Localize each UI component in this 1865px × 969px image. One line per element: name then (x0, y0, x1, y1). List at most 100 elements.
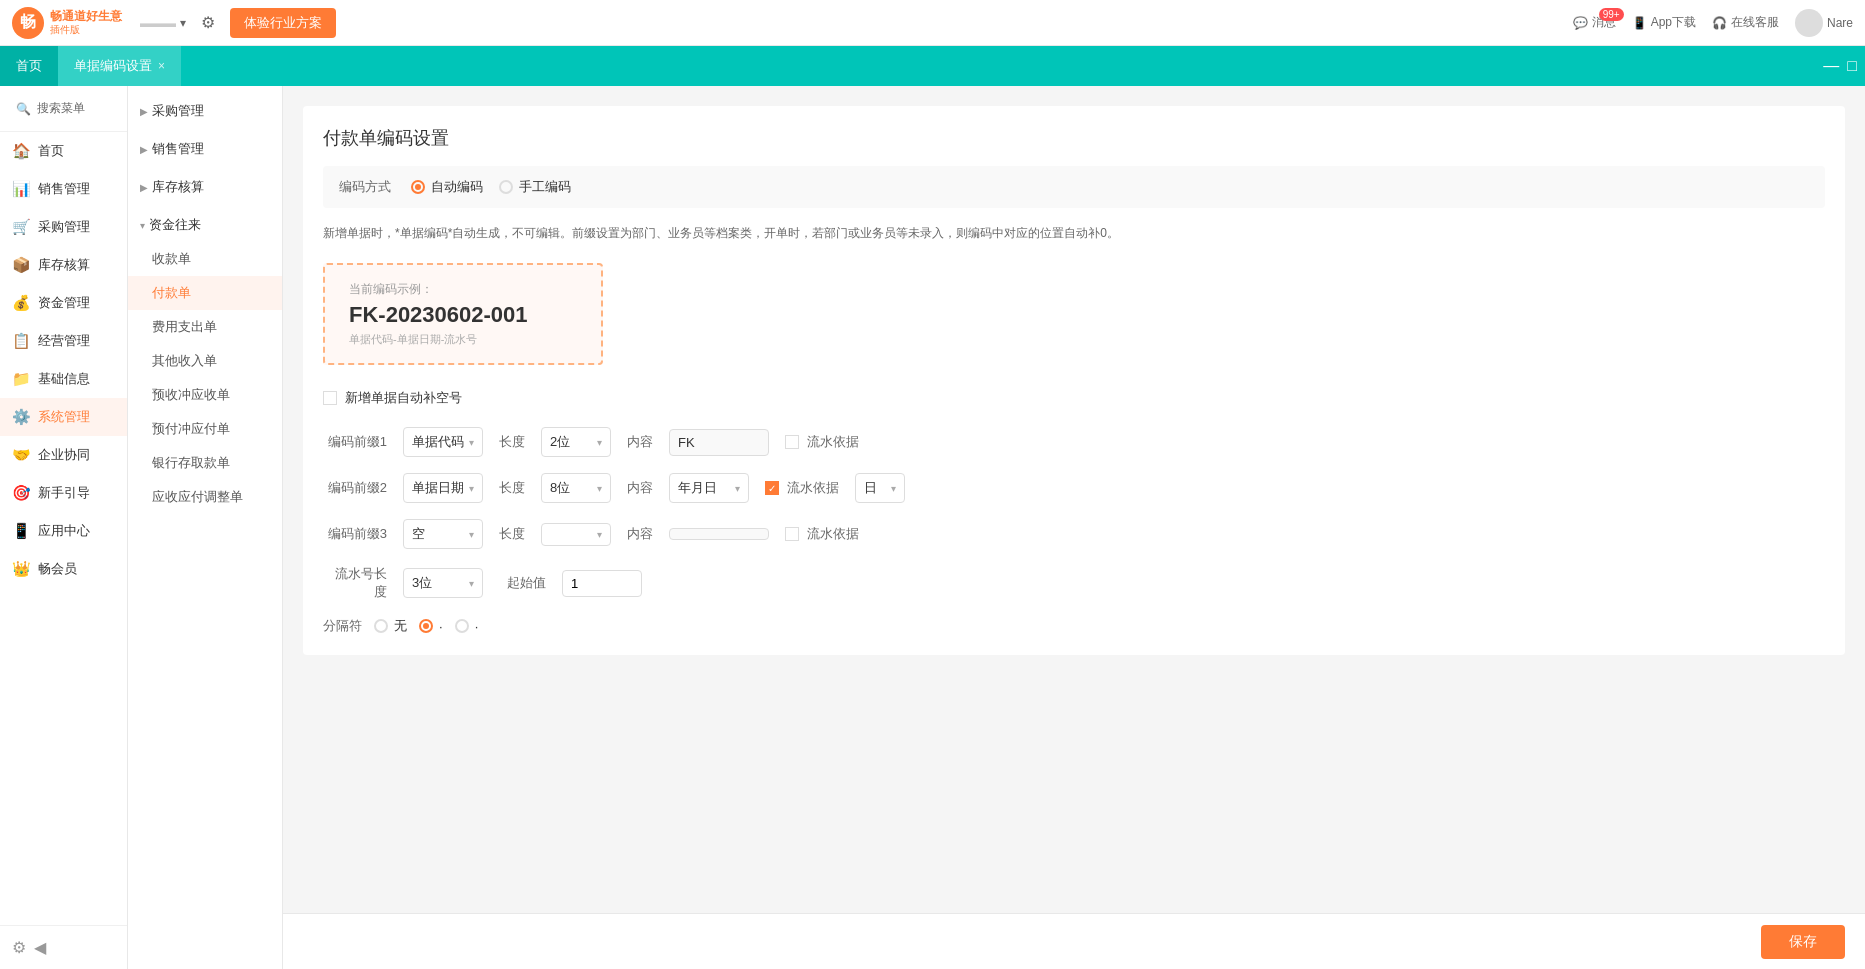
radio-manual[interactable]: 手工编码 (499, 178, 571, 196)
sidebar-item-system[interactable]: ⚙️ 系统管理 (0, 398, 127, 436)
stream3-checkbox[interactable] (785, 527, 799, 541)
stream1-row: 流水依据 (785, 433, 859, 451)
system-icon: ⚙️ (12, 408, 30, 426)
separator-dot1[interactable]: · (419, 619, 443, 634)
stream2-label: 流水依据 (787, 479, 839, 497)
prefix3-select[interactable]: 空 ▾ (403, 519, 483, 549)
messages-item[interactable]: 💬 消息 99+ (1573, 14, 1616, 31)
content1-label: 内容 (627, 433, 653, 451)
online-service-item[interactable]: 🎧 在线客服 (1712, 14, 1779, 31)
separator-row: 分隔符 无 · · (323, 617, 1825, 635)
prefix1-select[interactable]: 单据代码 ▾ (403, 427, 483, 457)
stream3-row: 流水依据 (785, 525, 859, 543)
group-inventory: ▶ 库存核算 (128, 170, 282, 204)
sidebar-item-label: 资金管理 (38, 294, 90, 312)
tab-home[interactable]: 首页 (0, 46, 58, 86)
auto-fill-row: 新增单据自动补空号 (323, 389, 1825, 407)
maximize-icon[interactable]: □ (1847, 57, 1857, 75)
group-inventory-title[interactable]: ▶ 库存核算 (128, 170, 282, 204)
sidebar-item-label: 库存核算 (38, 256, 90, 274)
tab-settings-label: 单据编码设置 (74, 57, 152, 75)
content3-value (669, 528, 769, 540)
stream1-checkbox[interactable] (785, 435, 799, 449)
sidebar-item-label: 采购管理 (38, 218, 90, 236)
second-item-adjust[interactable]: 应收应付调整单 (128, 480, 282, 514)
prefix2-select[interactable]: 单据日期 ▾ (403, 473, 483, 503)
prefix3-value: 空 (412, 525, 425, 543)
second-item-income[interactable]: 其他收入单 (128, 344, 282, 378)
sidebar-item-purchase[interactable]: 🛒 采购管理 (0, 208, 127, 246)
user-name: Nare (1827, 16, 1853, 30)
search-menu-button[interactable]: 🔍 搜索菜单 (8, 94, 119, 123)
length1-value: 2位 (550, 433, 570, 451)
tab-settings[interactable]: 单据编码设置 × (58, 46, 181, 86)
messages-badge: 99+ (1599, 8, 1624, 21)
separator-dot1-label: · (439, 619, 443, 634)
second-item-prepay-ap[interactable]: 预付冲应付单 (128, 412, 282, 446)
tab-close-icon[interactable]: × (158, 59, 165, 73)
serial-length-select[interactable]: 3位 ▾ (403, 568, 483, 598)
start-value-input[interactable] (562, 570, 642, 597)
period-select[interactable]: 日 ▾ (855, 473, 905, 503)
group-funds-title[interactable]: ▾ 资金往来 (128, 208, 282, 242)
user-info[interactable]: Nare (1795, 9, 1853, 37)
preview-code: FK-20230602-001 (349, 302, 577, 328)
group-label: 库存核算 (152, 178, 204, 196)
radio-auto[interactable]: 自动编码 (411, 178, 483, 196)
phone-icon: 📱 (1632, 16, 1647, 30)
sidebar-item-home[interactable]: 🏠 首页 (0, 132, 127, 170)
logo-icon: 畅 (12, 7, 44, 39)
sidebar-item-base[interactable]: 📁 基础信息 (0, 360, 127, 398)
auto-fill-checkbox[interactable] (323, 391, 337, 405)
minimize-icon[interactable]: — (1823, 57, 1839, 75)
chevron-down-icon: ▾ (891, 483, 896, 494)
sidebar-item-operations[interactable]: 📋 经营管理 (0, 322, 127, 360)
chevron-right-icon: ▶ (140, 106, 148, 117)
sidebar-item-label: 销售管理 (38, 180, 90, 198)
header-dropdown[interactable]: ▬▬▬ ▾ (140, 16, 186, 30)
content2-select[interactable]: 年月日 ▾ (669, 473, 749, 503)
settings-bottom-icon[interactable]: ⚙ (12, 938, 26, 957)
group-purchase-title[interactable]: ▶ 采购管理 (128, 94, 282, 128)
sidebar-item-enterprise[interactable]: 🤝 企业协同 (0, 436, 127, 474)
sidebar-search[interactable]: 🔍 搜索菜单 (0, 86, 127, 132)
sales-icon: 📊 (12, 180, 30, 198)
second-sidebar: ▶ 采购管理 ▶ 销售管理 ▶ 库存核算 ▾ 资金往来 收款单 付款单 费用支出… (128, 86, 283, 969)
main-layout: 🔍 搜索菜单 🏠 首页 📊 销售管理 🛒 采购管理 📦 库存核算 💰 资金管理 … (0, 86, 1865, 969)
collapse-sidebar-icon[interactable]: ◀ (34, 938, 46, 957)
chevron-right-icon: ▶ (140, 144, 148, 155)
separator-none[interactable]: 无 (374, 617, 407, 635)
length1-label: 长度 (499, 433, 525, 451)
sidebar-item-guide[interactable]: 🎯 新手引导 (0, 474, 127, 512)
length1-select[interactable]: 2位 ▾ (541, 427, 611, 457)
second-item-prepay-ar[interactable]: 预收冲应收单 (128, 378, 282, 412)
length2-select[interactable]: 8位 ▾ (541, 473, 611, 503)
page-title: 付款单编码设置 (323, 126, 1825, 150)
group-sales-title[interactable]: ▶ 销售管理 (128, 132, 282, 166)
content3-label: 内容 (627, 525, 653, 543)
sidebar-item-apps[interactable]: 📱 应用中心 (0, 512, 127, 550)
second-item-bank[interactable]: 银行存取款单 (128, 446, 282, 480)
chevron-down-icon: ▾ (597, 437, 602, 448)
vip-icon: 👑 (12, 560, 30, 578)
sidebar-item-vip[interactable]: 👑 畅会员 (0, 550, 127, 588)
group-label: 销售管理 (152, 140, 204, 158)
stream2-checkbox[interactable]: ✓ (765, 481, 779, 495)
length3-select[interactable]: ▾ (541, 523, 611, 546)
logo-text: 畅通道好生意 插件版 (50, 9, 122, 35)
app-download-item[interactable]: 📱 App下载 (1632, 14, 1696, 31)
save-button[interactable]: 保存 (1761, 925, 1845, 959)
separator-dot2[interactable]: · (455, 619, 479, 634)
top-header: 畅 畅通道好生意 插件版 ▬▬▬ ▾ ⚙ 体验行业方案 💬 消息 99+ 📱 A… (0, 0, 1865, 46)
second-item-payment[interactable]: 付款单 (128, 276, 282, 310)
trial-button[interactable]: 体验行业方案 (230, 8, 336, 38)
gear-icon[interactable]: ⚙ (194, 9, 222, 37)
sidebar-item-sales[interactable]: 📊 销售管理 (0, 170, 127, 208)
sidebar-item-inventory[interactable]: 📦 库存核算 (0, 246, 127, 284)
purchase-icon: 🛒 (12, 218, 30, 236)
sidebar-item-finance[interactable]: 💰 资金管理 (0, 284, 127, 322)
tab-home-label: 首页 (16, 57, 42, 75)
second-item-receipt[interactable]: 收款单 (128, 242, 282, 276)
second-item-expense[interactable]: 费用支出单 (128, 310, 282, 344)
group-sales: ▶ 销售管理 (128, 132, 282, 166)
